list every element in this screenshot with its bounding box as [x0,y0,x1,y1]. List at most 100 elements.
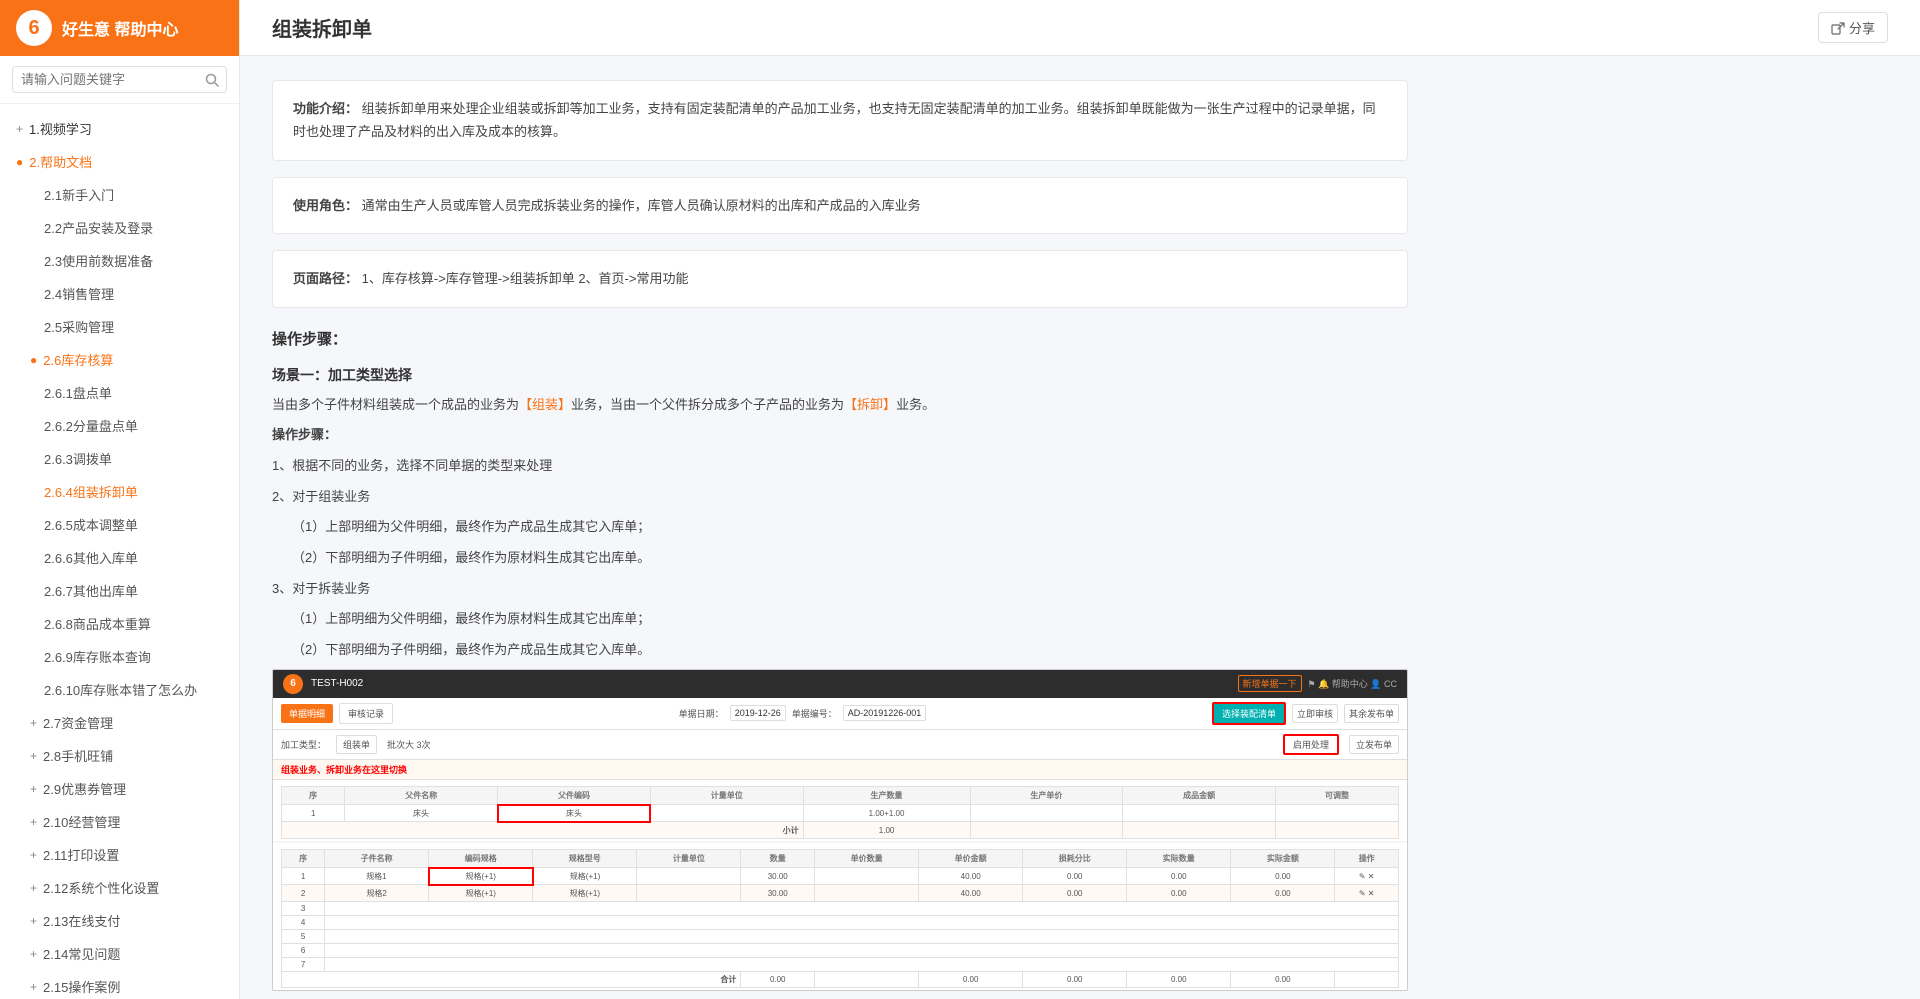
fake-annotation-row: 组装业务、拆卸业务在这里切换 [273,760,1407,780]
path-text: 1、库存核算->库存管理->组装拆卸单 2、首页->常用功能 [362,271,689,286]
fake-type-select: 组装单 [336,735,377,754]
scenario1-desc: 当由多个子件材料组装成一个成品的业务为【组装】业务，当由一个父件拆分成多个子产品… [272,393,1408,418]
sidebar-item-2-6-6[interactable]: 2.6.6其他入库单 [0,541,239,574]
sidebar-item-2-6-3[interactable]: 2.6.3调拨单 [0,442,239,475]
role-block: 使用角色： 通常由生产人员或库管人员完成拆装业务的操作，库管人员确认原材料的出库… [272,177,1408,234]
plus-icon-1: + [16,122,23,136]
sidebar-item-2-7[interactable]: + 2.7资金管理 [0,706,239,739]
fake-select-btn: 选择装配清单 [1212,702,1286,725]
step2: 2、对于组装业务 [272,485,1408,510]
fake-app-title: TEST-H002 [311,678,363,689]
screenshot-wrapper: 6 TEST-H002 新增单据一下 ⚑ 🔔 帮助中心 👤 CC 单据明细 审核… [272,669,1408,991]
sidebar-item-2[interactable]: ● 2.帮助文档 [0,145,239,178]
th-adjust: 可调整 [1276,786,1399,805]
fake-more-btn: 立发布单 [1349,735,1399,754]
th-amount: 成品金额 [1123,786,1276,805]
sidebar-header: 6 好生意 帮助中心 [0,0,239,56]
sidebar-item-2-10[interactable]: + 2.10经营管理 [0,805,239,838]
table-row: 7 [282,957,1399,971]
table-row: 1 床头 床头 1.00+1.00 [282,805,1399,822]
step2-1: （1）上部明细为父件明细，最终作为产成品生成其它入库单； [272,515,1408,540]
table-row: 6 [282,943,1399,957]
nav-label-1: 1.视频学习 [29,119,92,138]
sidebar-item-2-13[interactable]: + 2.13在线支付 [0,904,239,937]
fake-type-label: 加工类型： [281,738,326,751]
fake-enable-btn: 启用处理 [1283,734,1339,755]
sidebar-item-2-6-7[interactable]: 2.6.7其他出库单 [0,574,239,607]
th-father-code: 父件编码 [498,786,651,805]
intro-label: 功能介绍： [293,101,358,116]
sidebar-item-2-6-1[interactable]: 2.6.1盘点单 [0,376,239,409]
fake-date-label: 单据日期： [679,707,724,720]
sidebar-item-2-11[interactable]: + 2.11打印设置 [0,838,239,871]
fake-doc-toolbar: 单据明细 审核记录 单据日期： 2019-12-26 单据编号： AD-2019… [273,698,1407,730]
th-seq: 序 [282,786,345,805]
sidebar-item-2-2[interactable]: 2.2产品安装及登录 [0,211,239,244]
fake-tab-other: 审核记录 [339,703,393,724]
fake-count-label: 批次大 3次 [387,738,431,751]
topbar: 组装拆卸单 分享 [240,0,1920,56]
sidebar-item-1[interactable]: + 1.视频学习 [0,112,239,145]
fake-save-btn: 其余发布单 [1344,704,1399,723]
sidebar-item-2-6-10[interactable]: 2.6.10库存账本错了怎么办 [0,673,239,706]
table-row: 4 [282,915,1399,929]
search-icon[interactable] [205,73,219,87]
brand-name: 好生意 帮助中心 [62,16,178,40]
sidebar-item-2-4[interactable]: 2.4销售管理 [0,277,239,310]
fake-type-row: 加工类型： 组装单 批次大 3次 启用处理 立发布单 [273,730,1407,760]
table-row-subtotal: 小计 1.00 [282,822,1399,839]
table-row: 3 [282,901,1399,915]
sidebar-item-2-8[interactable]: + 2.8手机旺铺 [0,739,239,772]
th-father-name: 父件名称 [345,786,498,805]
sidebar: 6 好生意 帮助中心 + 1.视频学习 ● 2.帮助文档 2.1新手入门 2.2… [0,0,240,999]
app-logo: 6 [16,10,52,46]
step1: 1、根据不同的业务，选择不同单据的类型来处理 [272,454,1408,479]
sidebar-item-2-14[interactable]: + 2.14常见问题 [0,937,239,970]
sidebar-item-2-1[interactable]: 2.1新手入门 [0,178,239,211]
fake-topbar-icons: ⚑ 🔔 帮助中心 👤 CC [1308,677,1397,690]
fake-table-bottom: 序 子件名称 编码规格 规格型号 计量单位 数量 单价数量 单价金额 损耗分比 … [281,849,1399,988]
sidebar-item-2-6-4[interactable]: 2.6.4组装拆卸单 [0,475,239,508]
fake-code-cell: 床头 [498,805,651,822]
search-input[interactable] [12,66,227,93]
fake-btn-new: 新增单据一下 [1238,675,1302,692]
minus-icon-2: ● [16,155,23,169]
sidebar-item-2-12[interactable]: + 2.12系统个性化设置 [0,871,239,904]
content-area: 功能介绍： 组装拆卸单用来处理企业组装或拆卸等加工业务，支持有固定装配清单的产品… [240,56,1440,999]
ops-title: 操作步骤： [272,328,1408,349]
sidebar-item-2-6-5[interactable]: 2.6.5成本调整单 [0,508,239,541]
step3-1: （1）上部明细为父件明细，最终作为原材料生成其它出库单； [272,607,1408,632]
sidebar-item-2-3[interactable]: 2.3使用前数据准备 [0,244,239,277]
share-label: 分享 [1849,18,1875,37]
fake-tab-active: 单据明细 [281,704,333,723]
th-qty: 生产数量 [803,786,970,805]
sidebar-item-2-15[interactable]: + 2.15操作案例 [0,970,239,999]
fake-docno-val: AD-20191226-001 [843,705,927,721]
nav-label-2-6: 2.6库存核算 [43,350,113,369]
fake-docno-label: 单据编号： [792,707,837,720]
path-block: 页面路径： 1、库存核算->库存管理->组装拆卸单 2、首页->常用功能 [272,250,1408,307]
role-label: 使用角色： [293,198,358,213]
share-icon [1831,21,1845,35]
sidebar-item-2-6[interactable]: ● 2.6库存核算 [0,343,239,376]
nav-tree: + 1.视频学习 ● 2.帮助文档 2.1新手入门 2.2产品安装及登录 2.3… [0,104,239,999]
sidebar-item-2-6-9[interactable]: 2.6.9库存账本查询 [0,640,239,673]
share-button[interactable]: 分享 [1818,12,1888,43]
th-unit: 计量单位 [650,786,803,805]
step3-2: （2）下部明细为子件明细，最终作为产成品生成其它入库单。 [272,638,1408,663]
fake-table-top: 序 父件名称 父件编码 计量单位 生产数量 生产单价 成品金额 可调整 [281,786,1399,839]
sidebar-item-2-9[interactable]: + 2.9优惠券管理 [0,772,239,805]
sidebar-item-2-6-8[interactable]: 2.6.8商品成本重算 [0,607,239,640]
page-title: 组装拆卸单 [272,13,372,42]
th-uprice: 生产单价 [970,786,1123,805]
intro-block: 功能介绍： 组装拆卸单用来处理企业组装或拆卸等加工业务，支持有固定装配清单的产品… [272,80,1408,161]
nav-label-2: 2.帮助文档 [29,152,92,171]
fake-logo: 6 [283,674,303,694]
sidebar-item-2-6-2[interactable]: 2.6.2分量盘点单 [0,409,239,442]
table-row: 2 规格2 规格(+1) 规格(+1) 30.00 40.00 0.00 0.0… [282,885,1399,902]
sidebar-item-2-5[interactable]: 2.5采购管理 [0,310,239,343]
minus-icon-2-6: ● [30,353,37,367]
fake-screenshot: 6 TEST-H002 新增单据一下 ⚑ 🔔 帮助中心 👤 CC 单据明细 审核… [272,669,1408,991]
search-box [0,56,239,104]
path-label: 页面路径： [293,271,358,286]
